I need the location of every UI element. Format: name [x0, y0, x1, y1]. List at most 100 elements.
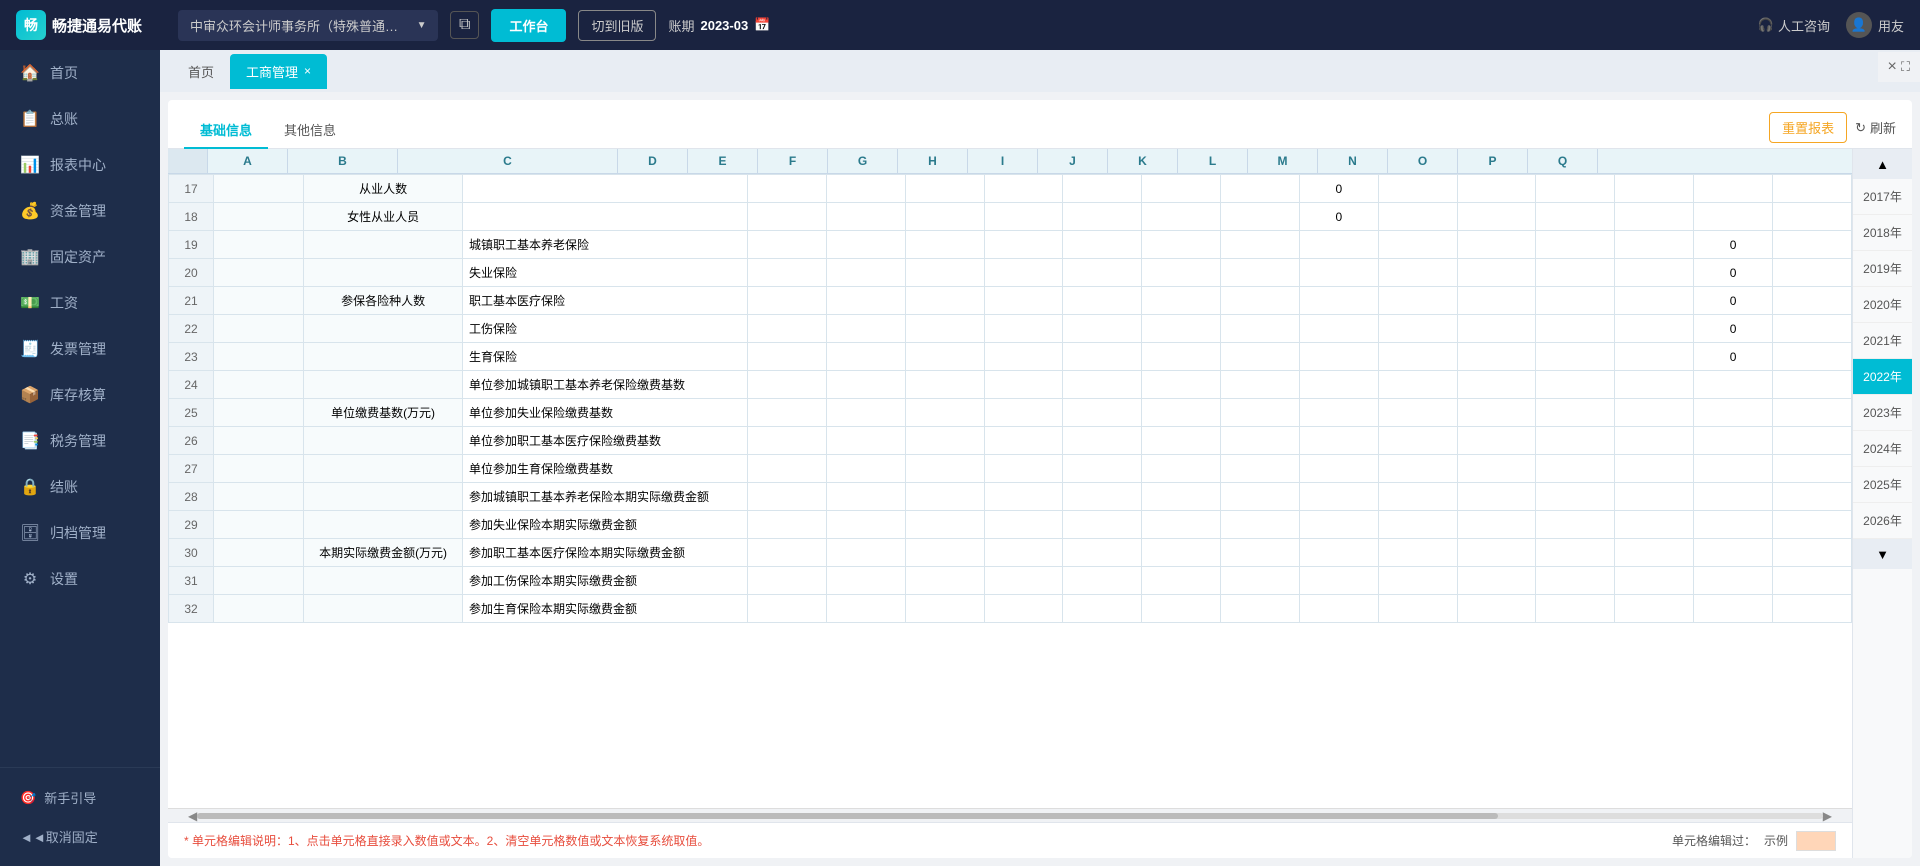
cell-col-n[interactable]: [1536, 259, 1615, 287]
cell-col-k[interactable]: [1299, 231, 1378, 259]
cell-col-p[interactable]: 0: [1694, 231, 1773, 259]
cell-col-k[interactable]: [1299, 511, 1378, 539]
cell-col-q[interactable]: [1772, 399, 1851, 427]
cell-col-o[interactable]: [1615, 175, 1694, 203]
cell-col-h[interactable]: [1063, 511, 1142, 539]
cell-col-p[interactable]: [1694, 595, 1773, 623]
cell-col-g[interactable]: [984, 455, 1063, 483]
cell-col-m[interactable]: [1457, 483, 1536, 511]
cell-col-e[interactable]: [826, 511, 905, 539]
cell-col-m[interactable]: [1457, 343, 1536, 371]
cell-col-e[interactable]: [826, 315, 905, 343]
cell-col-c[interactable]: 单位参加生育保险缴费基数: [462, 455, 747, 483]
cell-col-c[interactable]: [462, 175, 747, 203]
cell-col-i[interactable]: [1142, 595, 1221, 623]
cell-col-e[interactable]: [826, 287, 905, 315]
cell-col-c[interactable]: 单位参加失业保险缴费基数: [462, 399, 747, 427]
cell-col-q[interactable]: [1772, 259, 1851, 287]
cell-col-a[interactable]: [214, 483, 304, 511]
cell-col-m[interactable]: [1457, 315, 1536, 343]
cell-col-o[interactable]: [1615, 203, 1694, 231]
cell-col-l[interactable]: [1378, 399, 1457, 427]
cell-col-a[interactable]: [214, 371, 304, 399]
cell-col-q[interactable]: [1772, 595, 1851, 623]
cell-col-j[interactable]: [1221, 371, 1300, 399]
cell-col-k[interactable]: [1299, 315, 1378, 343]
cell-col-k[interactable]: 0: [1299, 203, 1378, 231]
cell-col-o[interactable]: [1615, 259, 1694, 287]
cell-col-d[interactable]: [748, 427, 827, 455]
cell-col-e[interactable]: [826, 231, 905, 259]
cell-col-n[interactable]: [1536, 343, 1615, 371]
cell-col-l[interactable]: [1378, 315, 1457, 343]
cell-col-m[interactable]: [1457, 427, 1536, 455]
expand-window-button[interactable]: ⛶: [1901, 59, 1910, 75]
cell-col-j[interactable]: [1221, 427, 1300, 455]
cell-col-q[interactable]: [1772, 511, 1851, 539]
cell-col-l[interactable]: [1378, 175, 1457, 203]
cell-col-i[interactable]: [1142, 231, 1221, 259]
cell-col-d[interactable]: [748, 203, 827, 231]
cell-col-j[interactable]: [1221, 343, 1300, 371]
cell-col-b[interactable]: 单位缴费基数(万元): [304, 399, 463, 427]
year-item[interactable]: 2018年: [1853, 215, 1912, 251]
cell-col-o[interactable]: [1615, 371, 1694, 399]
cell-col-q[interactable]: [1772, 231, 1851, 259]
cell-col-h[interactable]: [1063, 483, 1142, 511]
cell-col-q[interactable]: [1772, 371, 1851, 399]
cell-col-d[interactable]: [748, 455, 827, 483]
cell-col-m[interactable]: [1457, 259, 1536, 287]
sidebar-item-closing[interactable]: 🔒 结账: [0, 464, 160, 510]
cell-col-h[interactable]: [1063, 567, 1142, 595]
cell-col-h[interactable]: [1063, 427, 1142, 455]
cell-col-j[interactable]: [1221, 483, 1300, 511]
cell-col-d[interactable]: [748, 343, 827, 371]
sidebar-item-ledger[interactable]: 📋 总账: [0, 96, 160, 142]
cell-col-a[interactable]: [214, 427, 304, 455]
cell-col-d[interactable]: [748, 287, 827, 315]
cell-col-d[interactable]: [748, 595, 827, 623]
cell-col-b[interactable]: [304, 595, 463, 623]
cell-col-k[interactable]: [1299, 567, 1378, 595]
sidebar-item-tax[interactable]: 📑 税务管理: [0, 418, 160, 464]
cell-col-c[interactable]: 失业保险: [462, 259, 747, 287]
cell-col-p[interactable]: 0: [1694, 287, 1773, 315]
cell-col-g[interactable]: [984, 567, 1063, 595]
cell-col-c[interactable]: 参加失业保险本期实际缴费金额: [462, 511, 747, 539]
cell-col-q[interactable]: [1772, 315, 1851, 343]
cell-col-i[interactable]: [1142, 203, 1221, 231]
cell-col-c[interactable]: 参加工伤保险本期实际缴费金额: [462, 567, 747, 595]
close-window-button[interactable]: ×: [1888, 58, 1897, 76]
cell-col-f[interactable]: [905, 287, 984, 315]
sidebar-item-home[interactable]: 🏠 首页: [0, 50, 160, 96]
cell-col-j[interactable]: [1221, 231, 1300, 259]
cell-col-j[interactable]: [1221, 595, 1300, 623]
cell-col-n[interactable]: [1536, 595, 1615, 623]
cell-col-j[interactable]: [1221, 315, 1300, 343]
cell-col-m[interactable]: [1457, 287, 1536, 315]
cell-col-n[interactable]: [1536, 483, 1615, 511]
cell-col-e[interactable]: [826, 567, 905, 595]
cell-col-a[interactable]: [214, 511, 304, 539]
cell-col-p[interactable]: [1694, 567, 1773, 595]
cell-col-l[interactable]: [1378, 595, 1457, 623]
cell-col-l[interactable]: [1378, 203, 1457, 231]
copy-button[interactable]: ⧉: [450, 11, 479, 39]
sidebar-item-payroll[interactable]: 💵 工资: [0, 280, 160, 326]
refresh-button[interactable]: ↻ 刷新: [1855, 118, 1896, 137]
h-scroll-bar[interactable]: ◀ ▶: [168, 808, 1852, 822]
cell-col-a[interactable]: [214, 259, 304, 287]
cell-col-f[interactable]: [905, 203, 984, 231]
cell-col-q[interactable]: [1772, 455, 1851, 483]
cell-col-f[interactable]: [905, 483, 984, 511]
cell-col-f[interactable]: [905, 231, 984, 259]
cell-col-f[interactable]: [905, 371, 984, 399]
cell-col-q[interactable]: [1772, 483, 1851, 511]
sidebar-item-inventory[interactable]: 📦 库存核算: [0, 372, 160, 418]
scroll-right-icon[interactable]: ▶: [1823, 809, 1832, 823]
cell-col-l[interactable]: [1378, 427, 1457, 455]
cell-col-g[interactable]: [984, 315, 1063, 343]
cell-col-b[interactable]: [304, 259, 463, 287]
cell-col-n[interactable]: [1536, 455, 1615, 483]
sidebar-item-settings[interactable]: ⚙ 设置: [0, 556, 160, 602]
